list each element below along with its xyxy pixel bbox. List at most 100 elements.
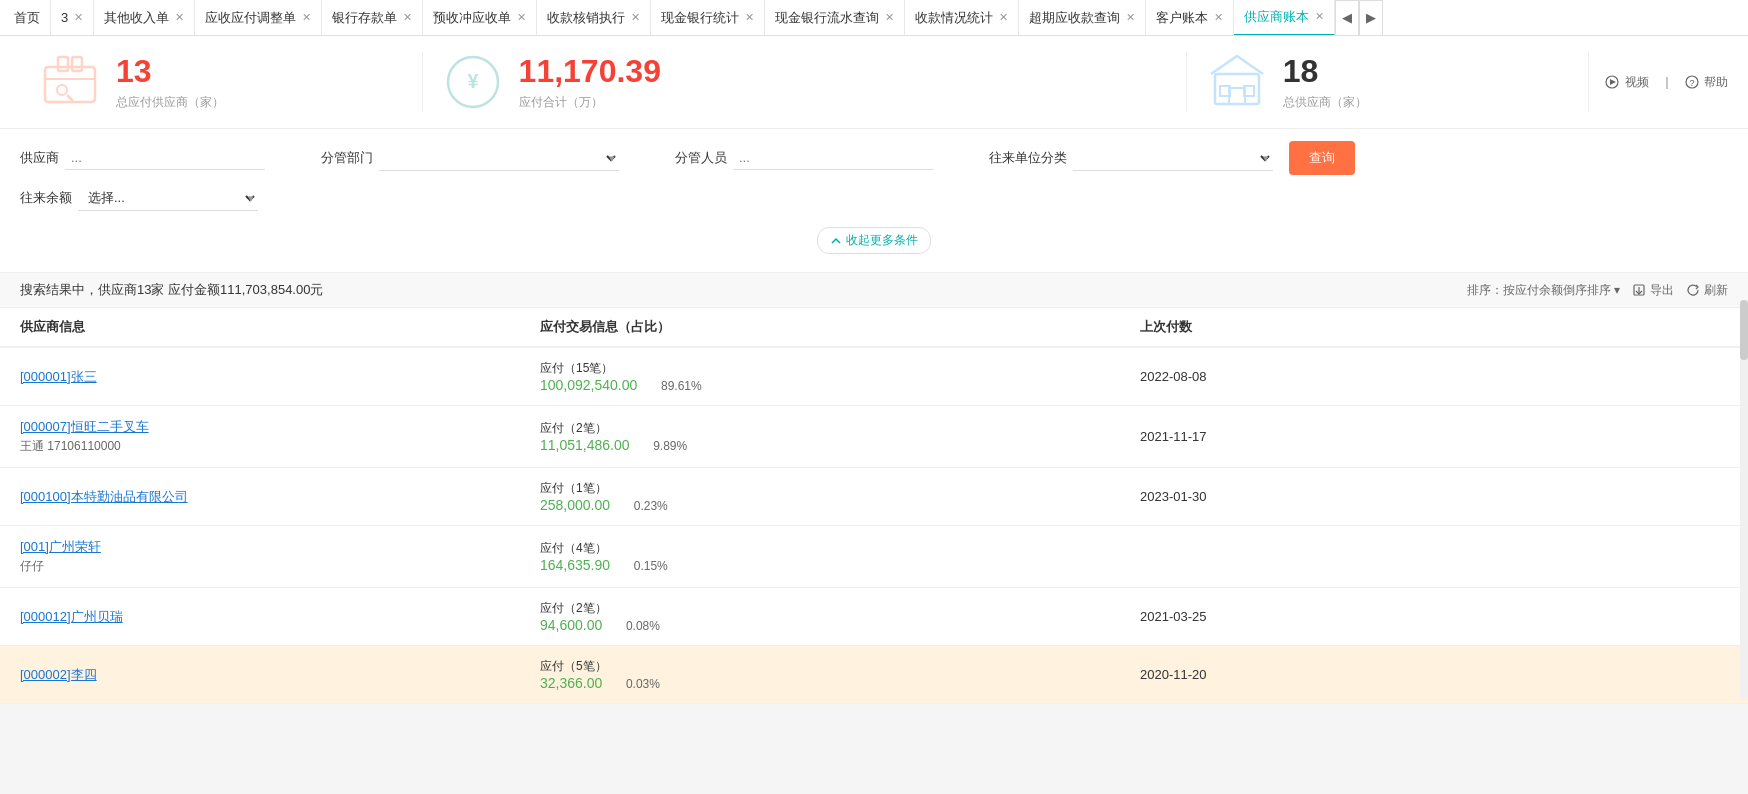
tab-receipt-verify[interactable]: 收款核销执行 ✕ xyxy=(537,0,651,36)
col-supplier-info: 供应商信息 xyxy=(20,318,540,336)
help-link[interactable]: ? 帮助 xyxy=(1685,74,1728,91)
supplier-name-link[interactable]: [000012]广州贝瑞 xyxy=(20,608,540,626)
svg-rect-1 xyxy=(58,57,68,71)
close-supplier-book-icon[interactable]: ✕ xyxy=(1315,10,1324,23)
close-adjustment-icon[interactable]: ✕ xyxy=(302,11,311,24)
category-select[interactable] xyxy=(1073,145,1273,171)
collapse-row: 收起更多条件 xyxy=(20,221,1728,260)
export-button[interactable]: 导出 xyxy=(1632,282,1674,299)
query-button[interactable]: 查询 xyxy=(1289,141,1355,175)
payable-info-cell: 应付（5笔） 32,366.00 0.03% xyxy=(540,658,1140,691)
close-bank-deposit-icon[interactable]: ✕ xyxy=(403,11,412,24)
payable-amount-link[interactable]: 32,366.00 xyxy=(540,675,602,691)
close-overdue-query-icon[interactable]: ✕ xyxy=(1126,11,1135,24)
filter-row-2: 往来余额 选择... ▾ xyxy=(20,185,1728,211)
tab-cash-bank-stat[interactable]: 现金银行统计 ✕ xyxy=(651,0,765,36)
video-link[interactable]: 视频 xyxy=(1605,74,1648,91)
store-icon xyxy=(1207,52,1267,112)
svg-text:¥: ¥ xyxy=(467,70,479,92)
tab-bank-deposit[interactable]: 银行存款单 ✕ xyxy=(322,0,423,36)
summary-area: 13 总应付供应商（家） ¥ 11,170.39 应付合计（万） xyxy=(0,36,1748,129)
payable-info-cell: 应付（4笔） 164,635.90 0.15% xyxy=(540,540,1140,573)
payable-percent: 89.61% xyxy=(661,379,702,393)
payable-info-cell: 应付（15笔） 100,092,540.00 89.61% xyxy=(540,360,1140,393)
close-cash-bank-stat-icon[interactable]: ✕ xyxy=(745,11,754,24)
tab-prev-button[interactable]: ◀ xyxy=(1335,0,1359,36)
supplier-name-link[interactable]: [001]广州荣轩 xyxy=(20,538,540,556)
last-pay-cell: 2021-11-17 xyxy=(1140,429,1728,444)
payable-percent: 0.23% xyxy=(634,499,668,513)
payable-label-text: 应付（1笔） xyxy=(540,480,1140,497)
supplier-contact: 仔仔 xyxy=(20,558,540,575)
payable-amount-link[interactable]: 94,600.00 xyxy=(540,617,602,633)
svg-marker-13 xyxy=(1610,79,1616,85)
close-receipt-verify-icon[interactable]: ✕ xyxy=(631,11,640,24)
total-supplier-label: 总供应商（家） xyxy=(1283,94,1367,111)
tab-other-income[interactable]: 其他收入单 ✕ xyxy=(94,0,195,36)
payable-amount-link[interactable]: 100,092,540.00 xyxy=(540,377,637,393)
payable-total: 11,170.39 xyxy=(519,53,661,90)
supplier-name-link[interactable]: [000007]恒旺二手叉车 xyxy=(20,418,540,436)
tab-cash-flow[interactable]: 现金银行流水查询 ✕ xyxy=(765,0,905,36)
export-icon xyxy=(1632,283,1646,297)
tab-customer-book[interactable]: 客户账本 ✕ xyxy=(1146,0,1234,36)
tab-next-button[interactable]: ▶ xyxy=(1359,0,1383,36)
tab-3[interactable]: 3 ✕ xyxy=(51,0,94,36)
payable-amount-link[interactable]: 258,000.00 xyxy=(540,497,610,513)
close-cash-flow-icon[interactable]: ✕ xyxy=(885,11,894,24)
collapse-button[interactable]: 收起更多条件 xyxy=(817,227,931,254)
category-filter: 往来单位分类 ▾ xyxy=(989,145,1273,171)
dept-filter: 分管部门 ▾ xyxy=(321,145,619,171)
close-other-income-icon[interactable]: ✕ xyxy=(175,11,184,24)
chevron-up-icon xyxy=(830,235,842,247)
balance-select[interactable]: 选择... xyxy=(78,185,258,211)
sort-button[interactable]: 排序：按应付余额倒序排序 ▾ xyxy=(1467,282,1620,299)
filter-row-1: 供应商 分管部门 ▾ 分管人员 往来单位分类 ▾ 查询 xyxy=(20,141,1728,175)
refresh-icon xyxy=(1686,283,1700,297)
payable-amount-link[interactable]: 164,635.90 xyxy=(540,557,610,573)
close-customer-book-icon[interactable]: ✕ xyxy=(1214,11,1223,24)
balance-filter-label: 往来余额 xyxy=(20,189,72,207)
tab-overdue-query[interactable]: 超期应收款查询 ✕ xyxy=(1019,0,1146,36)
refresh-button[interactable]: 刷新 xyxy=(1686,282,1728,299)
scrollbar-track[interactable] xyxy=(1740,300,1748,700)
payable-label-text: 应付（2笔） xyxy=(540,600,1140,617)
tab-adjustment[interactable]: 应收应付调整单 ✕ xyxy=(195,0,322,36)
svg-text:?: ? xyxy=(1689,78,1694,88)
supplier-info-cell: [000001]张三 xyxy=(20,368,540,386)
person-filter-label: 分管人员 xyxy=(675,149,727,167)
supplier-info-cell: [000012]广州贝瑞 xyxy=(20,608,540,626)
supplier-input[interactable] xyxy=(65,146,265,170)
table-row: [000100]本特勤油品有限公司 应付（1笔） 258,000.00 0.23… xyxy=(0,468,1748,526)
result-bar-right: 排序：按应付余额倒序排序 ▾ 导出 刷新 xyxy=(1467,282,1728,299)
supplier-name-link[interactable]: [000100]本特勤油品有限公司 xyxy=(20,488,540,506)
help-area: 视频 ｜ ? 帮助 xyxy=(1589,74,1728,91)
scrollbar-thumb[interactable] xyxy=(1740,300,1748,360)
last-pay-date: 2023-01-30 xyxy=(1140,489,1207,504)
supplier-name-link[interactable]: [000001]张三 xyxy=(20,368,540,386)
tab-prepay-offset[interactable]: 预收冲应收单 ✕ xyxy=(423,0,537,36)
tab-supplier-book[interactable]: 供应商账本 ✕ xyxy=(1234,0,1335,36)
payable-label-text: 应付（15笔） xyxy=(540,360,1140,377)
dept-select[interactable] xyxy=(379,145,619,171)
balance-select-wrap: 选择... ▾ xyxy=(78,185,258,211)
payable-amount-link[interactable]: 11,051,486.00 xyxy=(540,437,630,453)
supplier-name-link[interactable]: [000002]李四 xyxy=(20,666,540,684)
payable-label-text: 应付（2笔） xyxy=(540,420,1140,437)
payable-label-text: 应付（5笔） xyxy=(540,658,1140,675)
supplier-info-cell: [001]广州荣轩 仔仔 xyxy=(20,538,540,575)
close-prepay-offset-icon[interactable]: ✕ xyxy=(517,11,526,24)
payable-percent: 9.89% xyxy=(653,439,687,453)
payable-percent: 0.08% xyxy=(626,619,660,633)
tab-receipt-stat[interactable]: 收款情况统计 ✕ xyxy=(905,0,1019,36)
person-input[interactable] xyxy=(733,146,933,170)
summary-card-total-suppliers: 18 总供应商（家） xyxy=(1187,52,1590,112)
close-receipt-stat-icon[interactable]: ✕ xyxy=(999,11,1008,24)
payable-percent: 0.03% xyxy=(626,677,660,691)
tab-home[interactable]: 首页 xyxy=(4,0,51,36)
dept-filter-label: 分管部门 xyxy=(321,149,373,167)
close-tab-3-icon[interactable]: ✕ xyxy=(74,11,83,24)
category-select-wrap: ▾ xyxy=(1073,145,1273,171)
table-area: 供应商信息 应付交易信息（占比） 上次付数 [000001]张三 应付（15笔）… xyxy=(0,308,1748,704)
svg-rect-9 xyxy=(1229,88,1245,104)
